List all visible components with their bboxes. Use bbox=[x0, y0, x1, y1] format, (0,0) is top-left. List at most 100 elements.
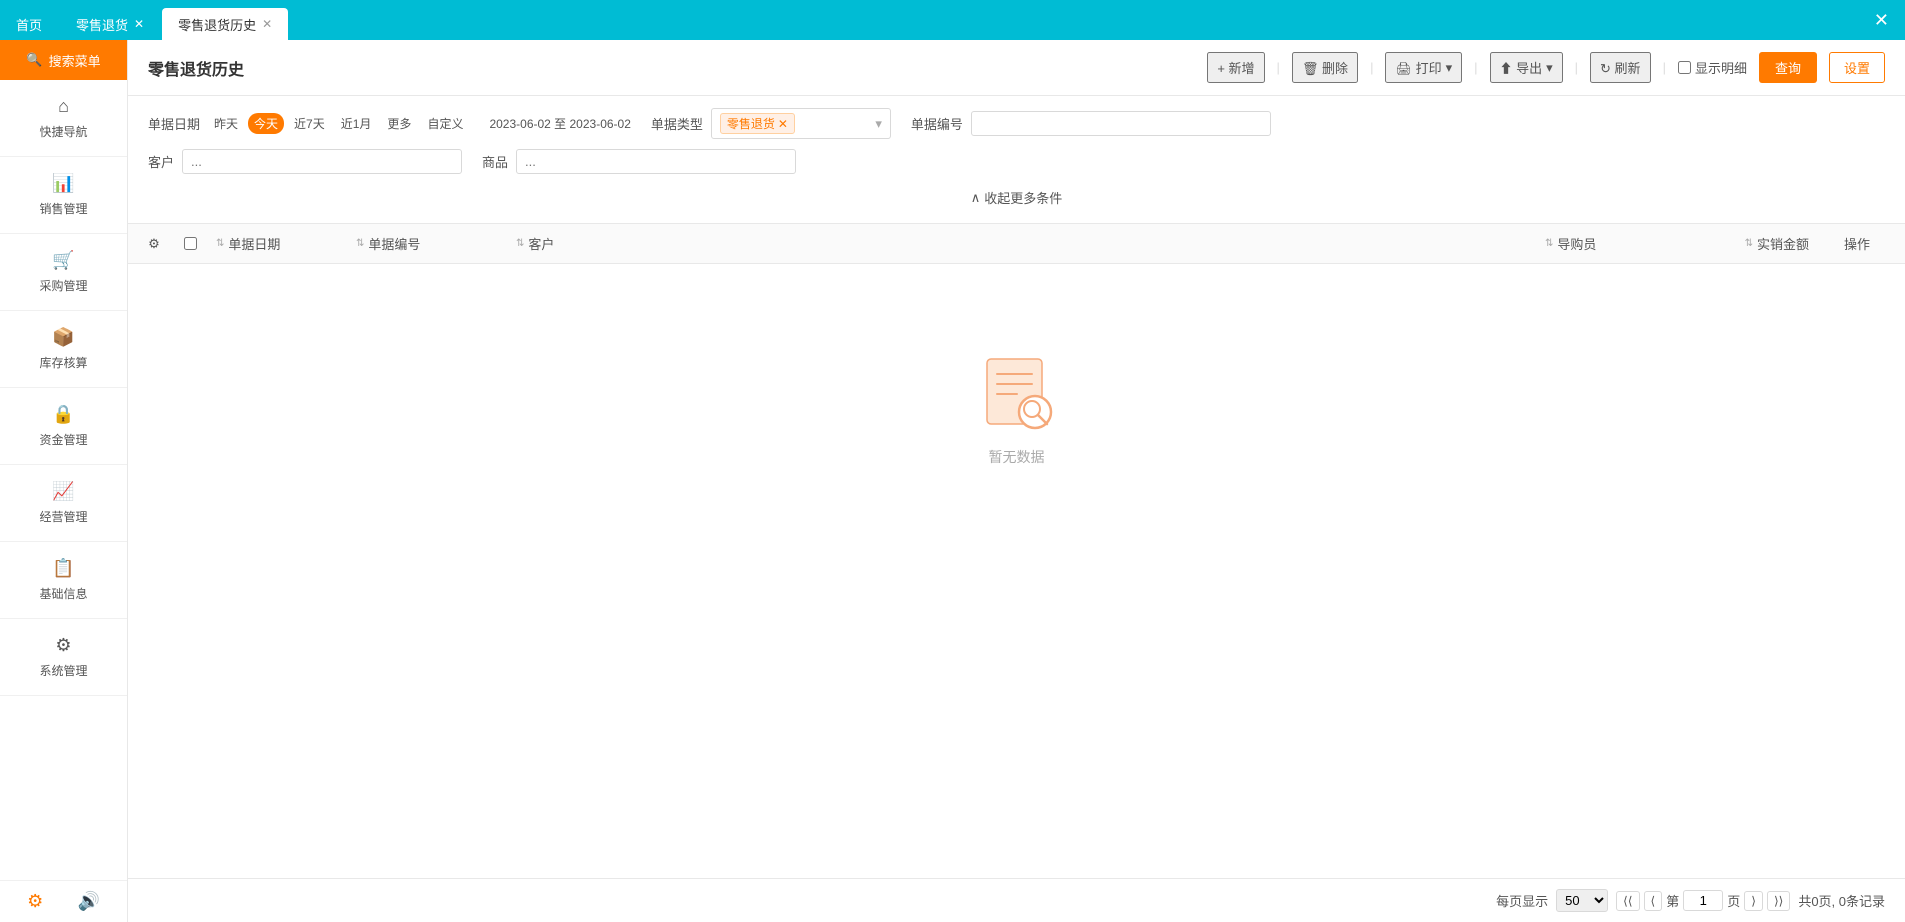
col-customer[interactable]: ⇅ 客户 bbox=[508, 234, 1537, 253]
date-custom[interactable]: 自定义 bbox=[421, 113, 469, 134]
date-1month[interactable]: 近1月 bbox=[335, 113, 378, 134]
tab-retail-return[interactable]: 零售退货 ✕ bbox=[60, 8, 160, 40]
sidebar-search[interactable]: 🔍 搜索菜单 bbox=[0, 40, 127, 80]
home-icon: ⌂ bbox=[58, 96, 69, 117]
tab-retail-return-history[interactable]: 零售退货历史 ✕ bbox=[162, 8, 288, 40]
search-icon: 🔍 bbox=[26, 52, 42, 68]
export-button[interactable]: ⬆ 导出 ▾ bbox=[1490, 52, 1563, 83]
print-button[interactable]: 🖨 打印 ▾ bbox=[1385, 52, 1462, 83]
doc-num-filter: 单据编号 bbox=[911, 111, 1271, 136]
sidebar-item-system-mgmt[interactable]: ⚙ 系统管理 bbox=[0, 619, 127, 696]
goods-filter: 商品 bbox=[482, 149, 796, 174]
chevron-down-icon: ▾ bbox=[875, 116, 882, 132]
page-label: 第 bbox=[1666, 891, 1679, 910]
date-today[interactable]: 今天 bbox=[248, 113, 284, 134]
date-7days[interactable]: 近7天 bbox=[288, 113, 331, 134]
query-button[interactable]: 查询 bbox=[1759, 52, 1817, 83]
col-date[interactable]: ⇅ 单据日期 bbox=[208, 234, 348, 253]
window-close-icon[interactable]: ✕ bbox=[1874, 10, 1889, 31]
chevron-down-icon: ▾ bbox=[1446, 60, 1453, 76]
date-more[interactable]: 更多 bbox=[381, 113, 417, 134]
sort-icon: ⇅ bbox=[1545, 238, 1553, 249]
settings-icon[interactable]: ⚙ bbox=[27, 891, 43, 912]
content-area: 零售退货历史 + 新增 | 🗑 删除 | 🖨 打印 ▾ | ⬆ 导出 ▾ | ↻… bbox=[128, 40, 1905, 922]
page-first-btn[interactable]: ⟨⟨ bbox=[1616, 891, 1639, 911]
page-header: 零售退货历史 + 新增 | 🗑 删除 | 🖨 打印 ▾ | ⬆ 导出 ▾ | ↻… bbox=[128, 40, 1905, 96]
sidebar-search-label: 搜索菜单 bbox=[49, 51, 101, 70]
doc-num-input[interactable] bbox=[971, 111, 1271, 136]
page-unit: 页 bbox=[1727, 891, 1740, 910]
volume-icon[interactable]: 🔊 bbox=[77, 891, 99, 912]
doc-type-label: 单据类型 bbox=[651, 114, 703, 133]
finance-icon: 🔒 bbox=[52, 404, 74, 425]
tab-close-retail-return[interactable]: ✕ bbox=[134, 17, 144, 31]
operations-icon: 📈 bbox=[52, 481, 74, 502]
sort-icon: ⇅ bbox=[216, 238, 224, 249]
header-actions: + 新增 | 🗑 删除 | 🖨 打印 ▾ | ⬆ 导出 ▾ | ↻ 刷新 | bbox=[1207, 52, 1885, 83]
chevron-up-icon: ∧ bbox=[971, 190, 981, 206]
doc-type-tag: 零售退货 ✕ bbox=[720, 113, 795, 134]
sidebar-item-basic-info[interactable]: 📋 基础信息 bbox=[0, 542, 127, 619]
delete-button[interactable]: 🗑 删除 bbox=[1292, 52, 1358, 83]
sort-icon: ⇅ bbox=[516, 238, 524, 249]
setting-button[interactable]: 设置 bbox=[1829, 52, 1885, 83]
goods-input[interactable] bbox=[516, 149, 796, 174]
sidebar-item-operations[interactable]: 📈 经营管理 bbox=[0, 465, 127, 542]
refresh-button[interactable]: ↻ 刷新 bbox=[1590, 52, 1651, 83]
table-wrapper: ⚙ ⇅ 单据日期 ⇅ 单据编号 ⇅ 客户 ⇅ bbox=[128, 224, 1905, 878]
top-bar-right: ✕ bbox=[1874, 10, 1905, 31]
select-all-checkbox[interactable] bbox=[184, 237, 197, 250]
sort-icon: ⇅ bbox=[1745, 238, 1753, 249]
tab-home[interactable]: 首页 bbox=[0, 8, 58, 40]
sales-icon: 📊 bbox=[52, 173, 74, 194]
doc-num-label: 单据编号 bbox=[911, 114, 963, 133]
page-last-btn[interactable]: ⟩⟩ bbox=[1767, 891, 1790, 911]
add-button[interactable]: + 新增 bbox=[1207, 52, 1264, 83]
doc-type-select[interactable]: 零售退货 ✕ ▾ bbox=[711, 108, 891, 139]
tab-close-retail-return-history[interactable]: ✕ bbox=[262, 17, 272, 31]
sidebar: 🔍 搜索菜单 ⌂ 快捷导航 📊 销售管理 🛒 采购管理 📦 库存核算 🔒 资金管… bbox=[0, 40, 128, 922]
page-prev-btn[interactable]: ⟨ bbox=[1644, 891, 1663, 911]
top-bar: 首页 零售退货 ✕ 零售退货历史 ✕ ✕ bbox=[0, 0, 1905, 40]
col-guide[interactable]: ⇅ 导购员 bbox=[1537, 234, 1697, 253]
sidebar-item-sales-mgmt[interactable]: 📊 销售管理 bbox=[0, 157, 127, 234]
show-detail-checkbox-label[interactable]: 显示明细 bbox=[1678, 58, 1747, 77]
pagination-total: 共0页, 0条记录 bbox=[1798, 891, 1885, 910]
col-ops: 操作 bbox=[1817, 234, 1897, 253]
date-range-text: 2023-06-02 至 2023-06-02 bbox=[489, 115, 630, 132]
customer-filter: 客户 bbox=[148, 149, 462, 174]
system-icon: ⚙ bbox=[55, 635, 71, 656]
chevron-down-icon: ▾ bbox=[1546, 60, 1553, 76]
sidebar-item-inventory[interactable]: 📦 库存核算 bbox=[0, 311, 127, 388]
date-filter-label: 单据日期 bbox=[148, 114, 200, 133]
sidebar-item-finance[interactable]: 🔒 资金管理 bbox=[0, 388, 127, 465]
sidebar-item-purchase-mgmt[interactable]: 🛒 采购管理 bbox=[0, 234, 127, 311]
table-header: ⚙ ⇅ 单据日期 ⇅ 单据编号 ⇅ 客户 ⇅ bbox=[128, 224, 1905, 264]
col-select-all[interactable] bbox=[172, 237, 208, 250]
show-detail-checkbox[interactable] bbox=[1678, 61, 1691, 74]
page-nav: ⟨⟨ ⟨ 第 页 ⟩ ⟩⟩ bbox=[1616, 890, 1790, 911]
doc-type-tag-close[interactable]: ✕ bbox=[778, 117, 788, 131]
col-amount[interactable]: ⇅ 实销金额 bbox=[1697, 234, 1817, 253]
filter-row-1: 单据日期 昨天 今天 近7天 近1月 更多 自定义 2023-06-02 至 2… bbox=[148, 108, 1885, 139]
page-number-input[interactable] bbox=[1683, 890, 1723, 911]
col-doc-num[interactable]: ⇅ 单据编号 bbox=[348, 234, 508, 253]
pagination: 每页显示 50 20 100 ⟨⟨ ⟨ 第 页 ⟩ ⟩⟩ 共0页, 0条记录 bbox=[128, 878, 1905, 922]
page-next-btn[interactable]: ⟩ bbox=[1744, 891, 1763, 911]
collapse-button[interactable]: ∧ 收起更多条件 bbox=[955, 184, 1079, 211]
empty-text: 暂无数据 bbox=[989, 447, 1045, 467]
date-yesterday[interactable]: 昨天 bbox=[208, 113, 244, 134]
date-range-display: 2023-06-02 至 2023-06-02 bbox=[489, 115, 630, 132]
filter-area: 单据日期 昨天 今天 近7天 近1月 更多 自定义 2023-06-02 至 2… bbox=[128, 96, 1905, 224]
empty-icon bbox=[967, 344, 1067, 447]
customer-label: 客户 bbox=[148, 152, 174, 171]
sort-icon: ⇅ bbox=[356, 238, 364, 249]
goods-label: 商品 bbox=[482, 152, 508, 171]
gear-icon[interactable]: ⚙ bbox=[148, 236, 160, 252]
customer-input[interactable] bbox=[182, 149, 462, 174]
purchase-icon: 🛒 bbox=[52, 250, 74, 271]
sidebar-item-quick-nav[interactable]: ⌂ 快捷导航 bbox=[0, 80, 127, 157]
col-settings: ⚙ bbox=[136, 236, 172, 252]
per-page-select[interactable]: 50 20 100 bbox=[1556, 889, 1608, 912]
page-title: 零售退货历史 bbox=[148, 56, 244, 80]
